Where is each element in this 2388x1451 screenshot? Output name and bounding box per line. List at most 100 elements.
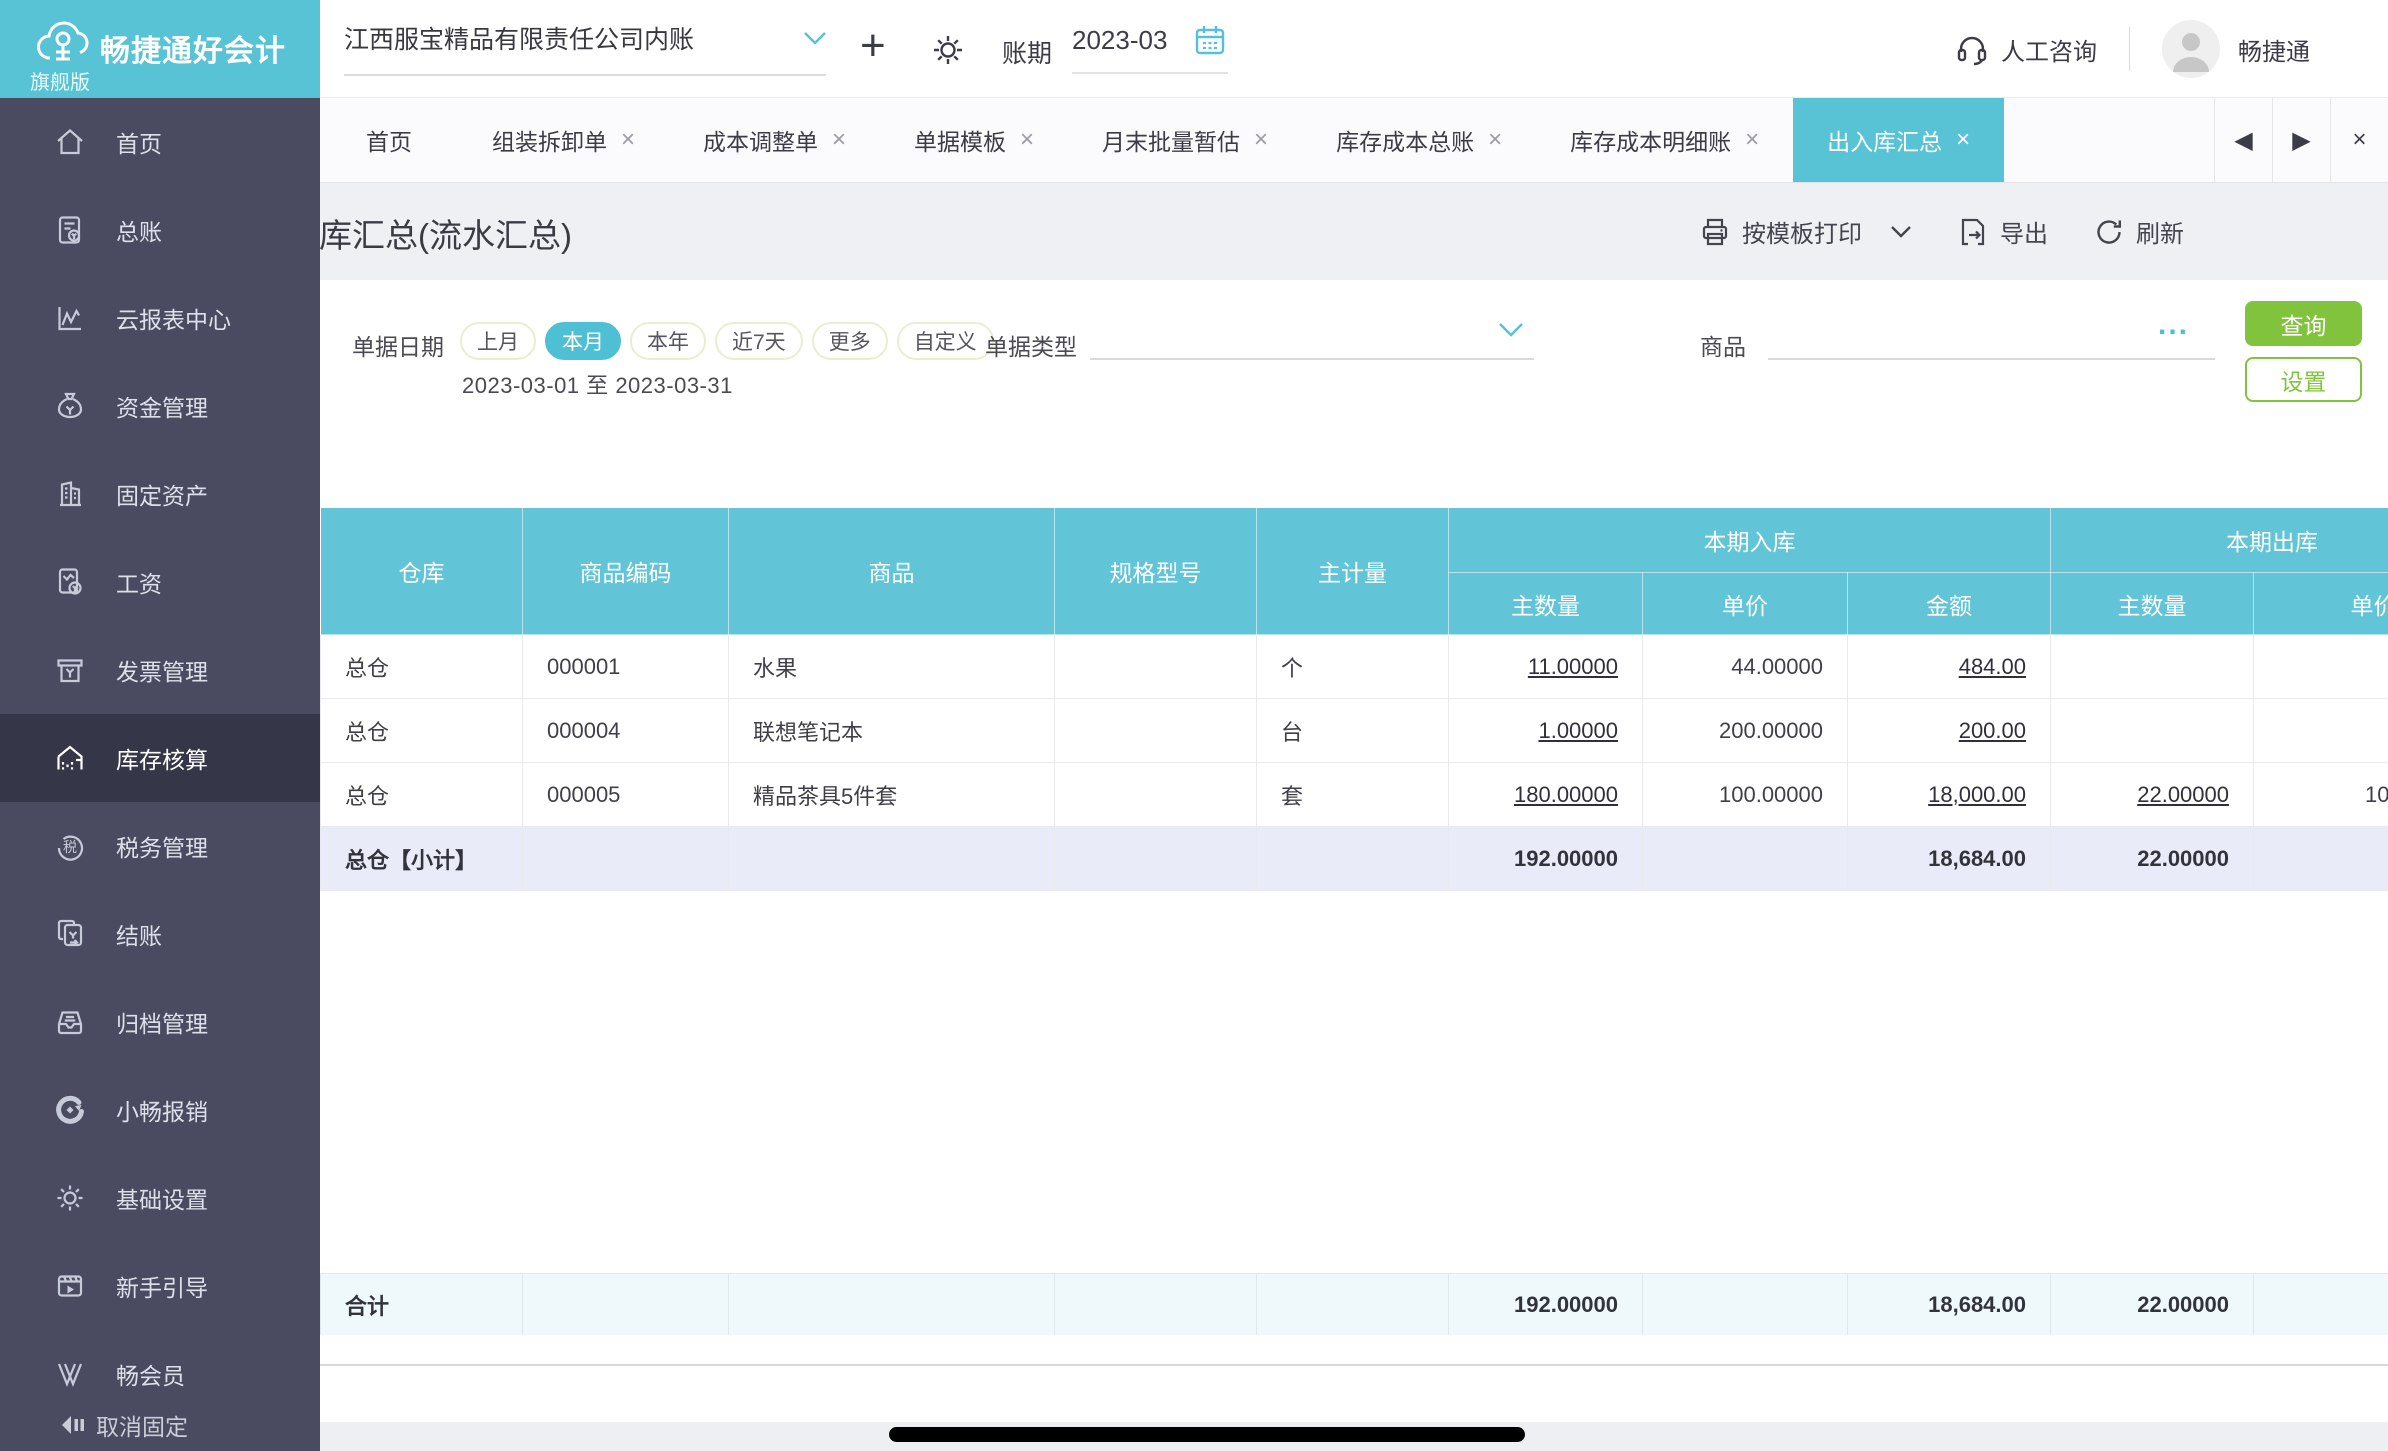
company-name: 江西服宝精品有限责任公司内账 <box>344 26 695 54</box>
date-range-pills: 上月 本月 本年 近7天 更多 自定义 <box>460 322 994 360</box>
chevron-down-icon <box>804 32 826 44</box>
member-v-icon <box>57 1363 83 1387</box>
tab-cost-adjust[interactable]: 成本调整单 × <box>669 98 880 182</box>
sidebar-item-guide[interactable]: 新手引导 <box>0 1242 320 1330</box>
tab-month-end-estimate[interactable]: 月末批量暂估 × <box>1068 98 1302 182</box>
doc-type-label: 单据类型 <box>985 334 1077 360</box>
print-by-template-button[interactable]: 按模板打印 <box>1698 214 1912 249</box>
export-button[interactable]: 导出 <box>1956 214 2048 249</box>
product-picker-ellipsis[interactable]: ... <box>2158 308 2189 342</box>
close-tab-icon[interactable]: × <box>1020 126 1034 154</box>
close-tab-icon[interactable]: × <box>1745 126 1759 154</box>
unpin-sidebar-button[interactable]: 取消固定 <box>0 1399 320 1451</box>
avatar[interactable] <box>2162 20 2220 78</box>
close-tab-icon[interactable]: × <box>621 126 635 154</box>
col-in-price: 单价 <box>1642 572 1848 635</box>
table-row[interactable]: 总仓 000005 精品茶具5件套 套 180.00000 100.00000 … <box>320 762 2388 827</box>
sidebar-item-invoice[interactable]: 发票管理 <box>0 626 320 714</box>
inventory-icon <box>57 745 83 770</box>
pill-more[interactable]: 更多 <box>811 322 888 360</box>
sidebar-item-salary[interactable]: 工资 <box>0 538 320 626</box>
headset-icon <box>1957 36 1987 66</box>
query-button[interactable]: 查询 <box>2245 301 2362 346</box>
tabs-scroll-left-icon[interactable]: ◀ <box>2214 98 2272 182</box>
reimburse-icon <box>56 1095 84 1124</box>
horizontal-scrollbar-thumb[interactable] <box>889 1427 1525 1442</box>
topbar: 江西服宝精品有限责任公司内账 + 账期 2023-03 人工咨询 畅捷通 <box>320 0 2388 98</box>
product-label: 商品 <box>1700 334 1746 360</box>
doc-type-select[interactable] <box>1090 320 1534 360</box>
sidebar-item-reimburse[interactable]: 小畅报销 <box>0 1066 320 1154</box>
col-warehouse: 仓库 <box>320 507 523 635</box>
qty-out-link[interactable]: 22.00000 <box>2137 782 2229 807</box>
divider <box>2129 27 2130 71</box>
calendar-icon <box>1195 26 1225 55</box>
tab-inventory-general-ledger[interactable]: 库存成本总账 × <box>1302 98 1536 182</box>
sidebar-item-tax[interactable]: 税 税务管理 <box>0 802 320 890</box>
sidebar-nav: 首页 总账 云报表中心 资金管理 固定资产 工资 发票管理 库存核算 税 税务管… <box>0 98 320 1399</box>
sidebar-item-member[interactable]: 畅会员 <box>0 1330 320 1399</box>
home-icon <box>57 129 83 155</box>
collapse-pin-icon <box>62 1416 84 1434</box>
tabs-scroll-right-icon[interactable]: ▶ <box>2272 98 2330 182</box>
close-tab-icon[interactable]: × <box>1956 126 1970 154</box>
tab-in-out-summary[interactable]: 出入库汇总 × <box>1793 98 2005 182</box>
qty-in-link[interactable]: 1.00000 <box>1538 718 1618 743</box>
table-row[interactable]: 总仓 000004 联想笔记本 台 1.00000 200.00000 200.… <box>320 698 2388 763</box>
company-selector[interactable]: 江西服宝精品有限责任公司内账 <box>344 20 826 76</box>
close-tab-icon[interactable]: × <box>1254 126 1268 154</box>
tab-assembly[interactable]: 组装拆卸单 × <box>458 98 669 182</box>
support-link[interactable]: 人工咨询 <box>1953 30 2097 68</box>
close-tab-icon[interactable]: × <box>1488 126 1502 154</box>
main-content: 出入库汇总(流水汇总) 按模板打印 导出 <box>320 183 2388 1451</box>
amount-in-link[interactable]: 18,000.00 <box>1928 782 2026 807</box>
table-row[interactable]: 总仓 000001 水果 个 11.00000 44.00000 484.00 <box>320 634 2388 699</box>
tab-inventory-detail-ledger[interactable]: 库存成本明细账 × <box>1536 98 1793 182</box>
pill-last-month[interactable]: 上月 <box>460 322 536 360</box>
total-row: 合计 192.00000 18,684.00 22.00000 <box>320 1273 2388 1336</box>
pill-this-month[interactable]: 本月 <box>545 322 621 360</box>
settings-button[interactable]: 设置 <box>2245 357 2362 402</box>
sidebar-item-fixed-assets[interactable]: 固定资产 <box>0 450 320 538</box>
horizontal-scrollbar-track[interactable] <box>320 1422 2388 1451</box>
period-value: 2023-03 <box>1072 24 1168 55</box>
qty-in-link[interactable]: 180.00000 <box>1514 782 1618 807</box>
gear-icon[interactable] <box>928 30 968 70</box>
pill-this-year[interactable]: 本年 <box>630 322 706 360</box>
username[interactable]: 畅捷通 <box>2238 32 2310 67</box>
tab-doc-template[interactable]: 单据模板 × <box>880 98 1068 182</box>
qty-in-link[interactable]: 11.00000 <box>1528 654 1618 679</box>
tab-bar: 首页 组装拆卸单 × 成本调整单 × 单据模板 × 月末批量暂估 × 库存成本总账 × 库… <box>320 98 2388 183</box>
sidebar-item-funds[interactable]: 资金管理 <box>0 362 320 450</box>
brand-cloud-icon <box>32 12 94 74</box>
printer-icon <box>1702 218 1728 245</box>
sidebar-item-closing[interactable]: 结账 <box>0 890 320 978</box>
title-row: 出入库汇总(流水汇总) 按模板打印 导出 <box>320 183 2388 280</box>
sidebar-item-cloud-report[interactable]: 云报表中心 <box>0 274 320 362</box>
amount-in-link[interactable]: 200.00 <box>1959 718 2026 743</box>
summary-table: 仓库 商品编码 商品 规格型号 主计量 本期入库 本期出库 主数量 单价 金额 … <box>320 507 2388 891</box>
group-outbound: 本期出库 <box>2050 507 2388 573</box>
sidebar-item-inventory[interactable]: 库存核算 <box>0 714 320 802</box>
col-out-qty: 主数量 <box>2050 572 2254 635</box>
period-label: 账期 <box>1002 40 1053 68</box>
close-tab-icon[interactable]: × <box>832 126 846 154</box>
amount-in-link[interactable]: 484.00 <box>1959 654 2026 679</box>
closing-icon <box>57 919 83 947</box>
period-picker[interactable]: 2023-03 <box>1072 22 1228 74</box>
pill-custom[interactable]: 自定义 <box>896 322 994 360</box>
sidebar-item-archive[interactable]: 归档管理 <box>0 978 320 1066</box>
fixed-assets-icon <box>60 481 81 507</box>
svg-text:税: 税 <box>63 839 77 855</box>
pill-last-7-days[interactable]: 近7天 <box>715 322 803 360</box>
tabs-close-all-icon[interactable]: × <box>2330 98 2388 182</box>
sidebar-item-settings[interactable]: 基础设置 <box>0 1154 320 1242</box>
product-input[interactable] <box>1768 320 2215 360</box>
sidebar-item-general-ledger[interactable]: 总账 <box>0 186 320 274</box>
date-separator: 至 <box>586 373 609 398</box>
doc-date-label: 单据日期 <box>352 334 444 360</box>
refresh-button[interactable]: 刷新 <box>2092 214 2184 249</box>
add-button[interactable]: + <box>860 24 886 68</box>
tab-home[interactable]: 首页 <box>320 98 458 182</box>
sidebar-item-home[interactable]: 首页 <box>0 98 320 186</box>
